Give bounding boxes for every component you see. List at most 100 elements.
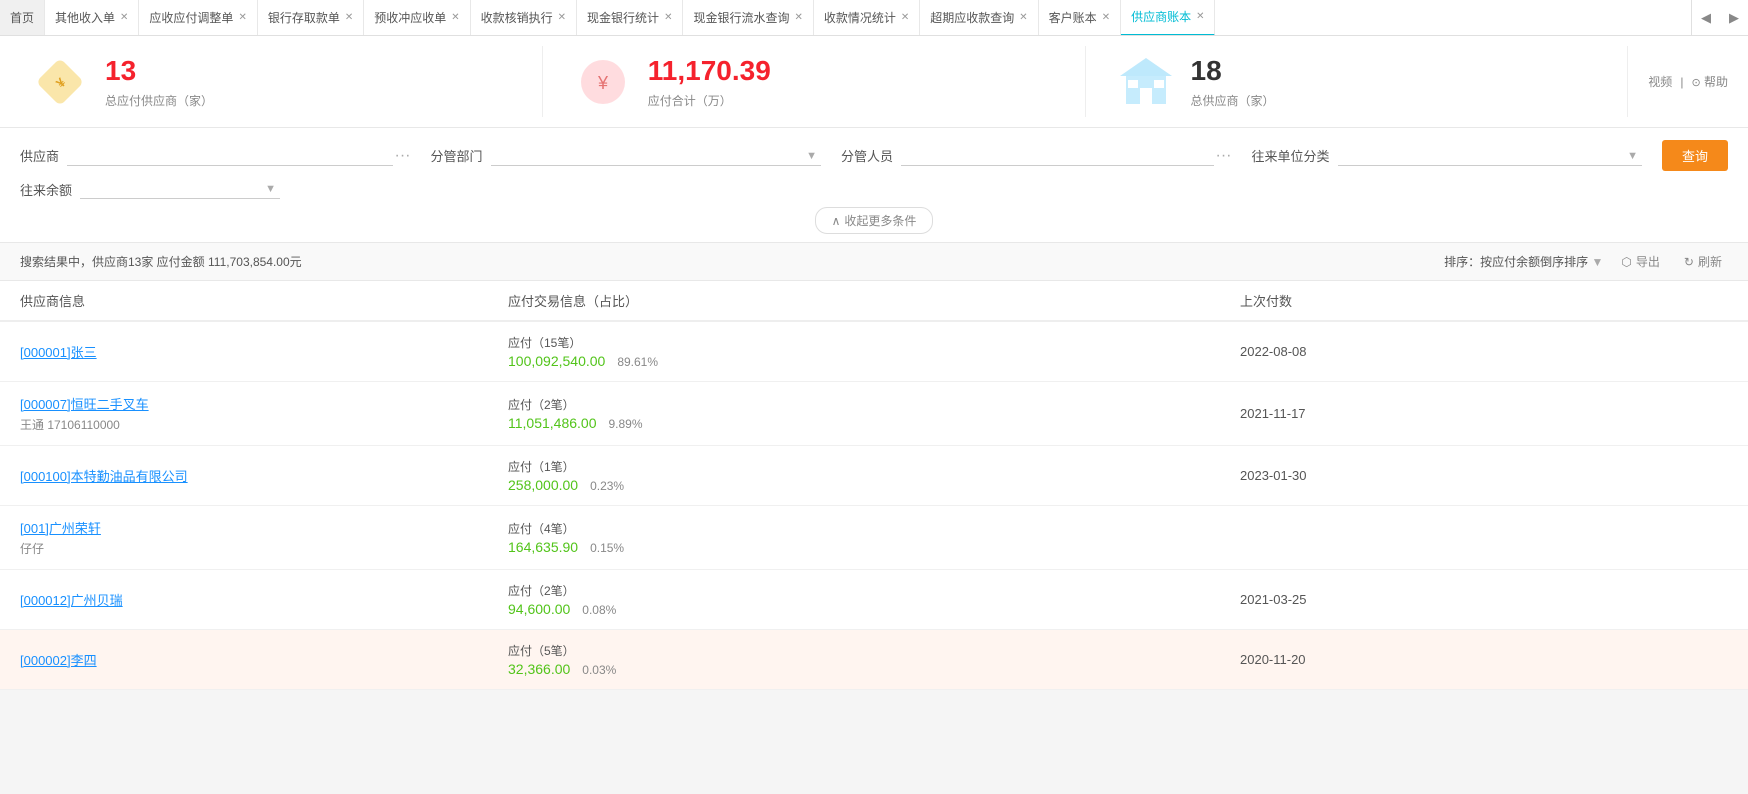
tx-amount[interactable]: 100,092,540.00 bbox=[508, 353, 605, 369]
tx-amount[interactable]: 164,635.90 bbox=[508, 539, 578, 555]
col-header-last-payment: 上次付数 bbox=[1240, 291, 1728, 310]
table-row[interactable]: [000002]李四 应付（5笔） 32,366.00 0.03% 2020-1… bbox=[0, 630, 1748, 690]
supplier-info-cell: [000100]本特勤油品有限公司 bbox=[20, 466, 508, 485]
nav-tab-10[interactable]: 客户账本 ✕ bbox=[1039, 0, 1121, 36]
results-summary-text: 搜索结果中，供应商13家 应付金额 111,703,854.00元 bbox=[20, 253, 302, 270]
tx-percent: 0.23% bbox=[590, 479, 624, 493]
separator: | bbox=[1680, 75, 1683, 89]
supplier-link[interactable]: [000002]李四 bbox=[20, 653, 97, 668]
nav-tab-label: 现金银行统计 bbox=[587, 9, 659, 26]
close-icon[interactable]: ✕ bbox=[451, 12, 459, 23]
close-icon[interactable]: ✕ bbox=[120, 12, 128, 23]
nav-tab-2[interactable]: 应收应付调整单 ✕ bbox=[139, 0, 257, 36]
refresh-icon: ↻ bbox=[1684, 255, 1694, 269]
collapse-button[interactable]: ∧ 收起更多条件 bbox=[815, 207, 934, 234]
search-area: 供应商 ··· 分管部门 ▼ 分管人员 ··· 往来单位分类 ▼ 查询 往来 bbox=[0, 128, 1748, 243]
close-icon[interactable]: ✕ bbox=[1102, 12, 1110, 23]
balance-input[interactable] bbox=[80, 179, 280, 199]
transaction-info-cell: 应付（15笔） 100,092,540.00 89.61% bbox=[508, 334, 1240, 369]
dept-input[interactable] bbox=[491, 146, 821, 166]
close-icon[interactable]: ✕ bbox=[238, 12, 246, 23]
supplier-info-cell: [001]广州荣轩 仔仔 bbox=[20, 518, 508, 557]
nav-tab-6[interactable]: 现金银行统计 ✕ bbox=[577, 0, 683, 36]
video-link[interactable]: 视频 bbox=[1648, 73, 1672, 90]
last-payment-date: 2021-11-17 bbox=[1240, 406, 1306, 421]
category-input[interactable] bbox=[1338, 146, 1642, 166]
nav-next-arrow[interactable]: ▶ bbox=[1720, 0, 1748, 36]
nav-tab-11[interactable]: 供应商账本 ✕ bbox=[1121, 0, 1215, 36]
tx-label: 应付（2笔） bbox=[508, 396, 1240, 413]
diamond-icon: ¥ bbox=[30, 54, 90, 109]
col-header-supplier: 供应商信息 bbox=[20, 291, 508, 310]
table-row[interactable]: [001]广州荣轩 仔仔 应付（4笔） 164,635.90 0.15% bbox=[0, 506, 1748, 570]
supplier-info-cell: [000002]李四 bbox=[20, 650, 508, 669]
results-summary-bar: 搜索结果中，供应商13家 应付金额 111,703,854.00元 排序：按应付… bbox=[0, 243, 1748, 281]
tx-amount[interactable]: 11,051,486.00 bbox=[508, 415, 597, 431]
person-ellipsis-icon[interactable]: ··· bbox=[1216, 147, 1232, 165]
refresh-button[interactable]: ↻ 刷新 bbox=[1678, 251, 1728, 272]
balance-label: 往来余额 bbox=[20, 180, 72, 199]
tx-amount-row: 164,635.90 0.15% bbox=[508, 539, 1240, 555]
stat-value-payable: 13 bbox=[105, 54, 213, 88]
top-navigation: 首页 其他收入单 ✕ 应收应付调整单 ✕ 银行存取款单 ✕ 预收冲应收单 ✕ 收… bbox=[0, 0, 1748, 36]
transaction-info-cell: 应付（1笔） 258,000.00 0.23% bbox=[508, 458, 1240, 493]
search-row-1: 供应商 ··· 分管部门 ▼ 分管人员 ··· 往来单位分类 ▼ 查询 bbox=[20, 140, 1728, 171]
stats-bar: ¥ 13 总应付供应商（家） ¥ 11,170.39 应付合计（万） bbox=[0, 36, 1748, 128]
tx-amount-row: 258,000.00 0.23% bbox=[508, 477, 1240, 493]
nav-tab-3[interactable]: 银行存取款单 ✕ bbox=[258, 0, 364, 36]
close-icon[interactable]: ✕ bbox=[1196, 11, 1204, 22]
close-icon[interactable]: ✕ bbox=[901, 12, 909, 23]
nav-tab-7[interactable]: 现金银行流水查询 ✕ bbox=[683, 0, 813, 36]
nav-tab-4[interactable]: 预收冲应收单 ✕ bbox=[364, 0, 470, 36]
supplier-link[interactable]: [001]广州荣轩 bbox=[20, 521, 101, 536]
nav-tab-9[interactable]: 超期应收款查询 ✕ bbox=[920, 0, 1038, 36]
col-header-transaction: 应付交易信息（占比） bbox=[508, 291, 1240, 310]
close-icon[interactable]: ✕ bbox=[1019, 12, 1027, 23]
nav-tab-label: 超期应收款查询 bbox=[930, 9, 1014, 26]
transaction-info-cell: 应付（2笔） 94,600.00 0.08% bbox=[508, 582, 1240, 617]
transaction-info-cell: 应付（2笔） 11,051,486.00 9.89% bbox=[508, 396, 1240, 431]
tx-amount[interactable]: 94,600.00 bbox=[508, 601, 570, 617]
refresh-label: 刷新 bbox=[1698, 253, 1722, 270]
search-button[interactable]: 查询 bbox=[1662, 140, 1728, 171]
supplier-link[interactable]: [000007]恒旺二手叉车 bbox=[20, 397, 149, 412]
close-icon[interactable]: ✕ bbox=[794, 12, 802, 23]
tx-percent: 89.61% bbox=[617, 355, 658, 369]
person-input[interactable] bbox=[901, 146, 1214, 166]
table-row[interactable]: [000012]广州贝瑞 应付（2笔） 94,600.00 0.08% 2021… bbox=[0, 570, 1748, 630]
close-icon[interactable]: ✕ bbox=[345, 12, 353, 23]
sort-label: 排序：按应付余额倒序排序 ▼ bbox=[1444, 253, 1603, 270]
nav-tab-label: 供应商账本 bbox=[1131, 8, 1191, 25]
supplier-link[interactable]: [000012]广州贝瑞 bbox=[20, 593, 123, 608]
chevron-down-icon4: ▼ bbox=[1592, 255, 1604, 269]
balance-field: 往来余额 ▼ bbox=[20, 179, 280, 199]
store-icon bbox=[1116, 54, 1176, 109]
stat-label-all-suppliers: 总供应商（家） bbox=[1191, 92, 1275, 109]
close-icon[interactable]: ✕ bbox=[558, 12, 566, 23]
supplier-link[interactable]: [000100]本特勤油品有限公司 bbox=[20, 469, 188, 484]
supplier-ellipsis-icon[interactable]: ··· bbox=[395, 147, 411, 165]
nav-tab-5[interactable]: 收款核销执行 ✕ bbox=[471, 0, 577, 36]
table-row[interactable]: [000001]张三 应付（15笔） 100,092,540.00 89.61%… bbox=[0, 322, 1748, 382]
balance-select-wrapper: ▼ bbox=[80, 179, 280, 199]
close-icon[interactable]: ✕ bbox=[664, 12, 672, 23]
supplier-input[interactable] bbox=[67, 146, 393, 166]
tx-amount-row: 94,600.00 0.08% bbox=[508, 601, 1240, 617]
supplier-link[interactable]: [000001]张三 bbox=[20, 345, 97, 360]
tx-amount[interactable]: 32,366.00 bbox=[508, 661, 570, 677]
nav-arrows: ◀ ▶ bbox=[1691, 0, 1748, 36]
chevron-up-icon: ∧ bbox=[832, 214, 841, 228]
tx-percent: 0.15% bbox=[590, 541, 624, 555]
nav-tab-home[interactable]: 首页 bbox=[0, 0, 45, 36]
table-row[interactable]: [000100]本特勤油品有限公司 应付（1笔） 258,000.00 0.23… bbox=[0, 446, 1748, 506]
help-link[interactable]: ⊙ 帮助 bbox=[1691, 73, 1728, 90]
nav-tab-8[interactable]: 收款情况统计 ✕ bbox=[814, 0, 920, 36]
table-row[interactable]: [000007]恒旺二手叉车 王通 17106110000 应付（2笔） 11,… bbox=[0, 382, 1748, 446]
tx-amount[interactable]: 258,000.00 bbox=[508, 477, 578, 493]
export-button[interactable]: ⬡ 导出 bbox=[1615, 251, 1666, 272]
nav-prev-arrow[interactable]: ◀ bbox=[1692, 0, 1720, 36]
tx-label: 应付（15笔） bbox=[508, 334, 1240, 351]
nav-tab-1[interactable]: 其他收入单 ✕ bbox=[45, 0, 139, 36]
nav-tab-label: 银行存取款单 bbox=[268, 9, 340, 26]
stat-info-payable: 13 总应付供应商（家） bbox=[105, 54, 213, 109]
